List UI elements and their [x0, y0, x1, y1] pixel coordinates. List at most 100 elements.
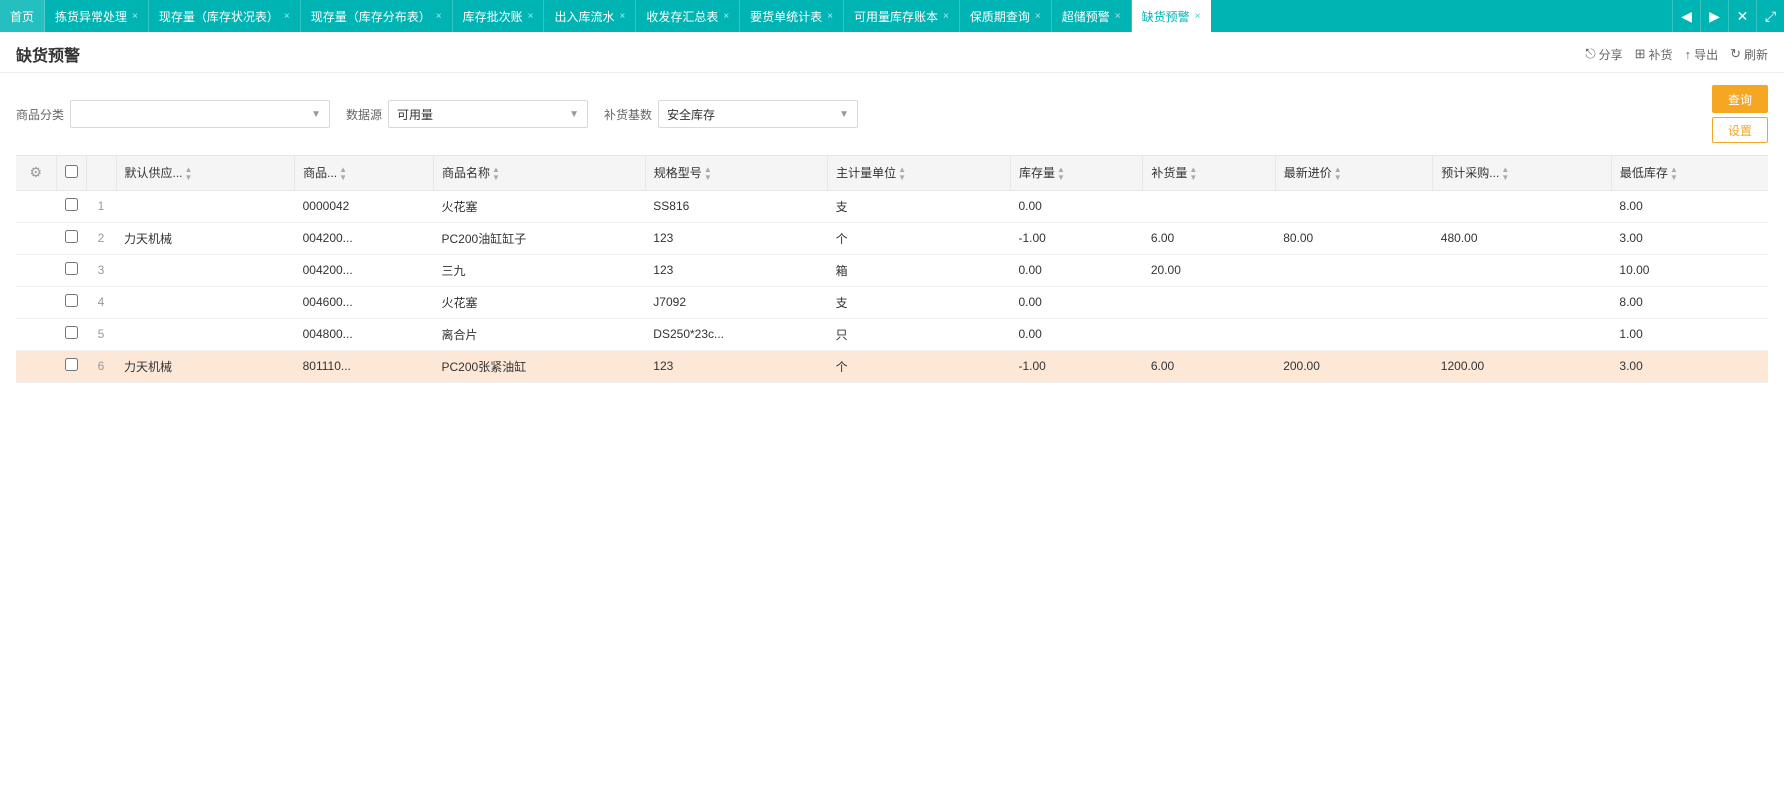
- cell-latest_price: 80.00: [1275, 222, 1433, 254]
- col-label-supplier: 默认供应...: [125, 166, 183, 180]
- share-button[interactable]: ⎋ 分享: [1585, 46, 1622, 63]
- nav-tab-inventory-status[interactable]: 现存量（库存状况表） ×: [149, 0, 301, 32]
- nav-tab-abnormal[interactable]: 拣货异常处理 ×: [45, 0, 149, 32]
- replenish-basis-select[interactable]: 安全库存 ▼: [658, 100, 858, 128]
- cell-supplier: 力天机械: [116, 222, 295, 254]
- nav-tab-close-icon[interactable]: ×: [1195, 11, 1201, 22]
- replenish-button[interactable]: ⊞ 补货: [1635, 46, 1673, 63]
- category-select[interactable]: ▼: [70, 100, 330, 128]
- sort-arrows-latest_price[interactable]: ▲▼: [1334, 166, 1342, 182]
- th-latest_price[interactable]: 最新进价▲▼: [1275, 156, 1433, 191]
- sort-arrows-estimated_purchase[interactable]: ▲▼: [1501, 166, 1509, 182]
- sort-arrows-unit[interactable]: ▲▼: [898, 166, 906, 182]
- query-button[interactable]: 查询: [1712, 85, 1768, 113]
- col-label-replenish: 补货量: [1151, 166, 1187, 180]
- nav-tab-available-ledger[interactable]: 可用量库存账本 ×: [844, 0, 960, 32]
- page-title: 缺货预警: [16, 42, 80, 66]
- nav-tab-close-icon[interactable]: ×: [1035, 11, 1041, 22]
- nav-tab-overstock[interactable]: 超储预警 ×: [1052, 0, 1132, 32]
- cell-product_name: PC200油缸缸子: [434, 222, 646, 254]
- row-checkbox-cell[interactable]: [56, 190, 86, 222]
- nav-tab-close-icon[interactable]: ×: [132, 11, 138, 22]
- table-row[interactable]: 5004800...离合片DS250*23c...只0.001.00: [16, 318, 1768, 350]
- cell-stock: -1.00: [1010, 350, 1142, 382]
- table-row[interactable]: 6力天机械801110...PC200张紧油缸123个-1.006.00200.…: [16, 350, 1768, 382]
- cell-replenish: [1143, 286, 1275, 318]
- nav-tab-order-stat[interactable]: 要货单统计表 ×: [740, 0, 844, 32]
- nav-tab-home[interactable]: 首页: [0, 0, 45, 32]
- nav-tab-expiry[interactable]: 保质期查询 ×: [960, 0, 1052, 32]
- nav-expand-button[interactable]: ⤢: [1756, 0, 1784, 32]
- settings-button[interactable]: 设置: [1712, 117, 1768, 143]
- col-label-product_code: 商品...: [303, 166, 337, 180]
- datasource-select[interactable]: 可用量 ▼: [388, 100, 588, 128]
- th-min_stock[interactable]: 最低库存▲▼: [1611, 156, 1768, 191]
- row-checkbox-cell[interactable]: [56, 222, 86, 254]
- sort-arrows-stock[interactable]: ▲▼: [1057, 166, 1065, 182]
- nav-tab-close-icon[interactable]: ×: [943, 11, 949, 22]
- table-row[interactable]: 2力天机械004200...PC200油缸缸子123个-1.006.0080.0…: [16, 222, 1768, 254]
- nav-tab-batch-account[interactable]: 库存批次账 ×: [453, 0, 545, 32]
- row-checkbox[interactable]: [65, 358, 78, 371]
- sort-arrows-replenish[interactable]: ▲▼: [1189, 166, 1197, 182]
- export-icon: ↑: [1685, 47, 1692, 62]
- row-checkbox[interactable]: [65, 294, 78, 307]
- col-label-min_stock: 最低库存: [1620, 166, 1668, 180]
- nav-tab-close-icon[interactable]: ×: [284, 11, 290, 22]
- cell-estimated_purchase: [1433, 190, 1612, 222]
- th-product_code[interactable]: 商品...▲▼: [295, 156, 434, 191]
- th-product_name[interactable]: 商品名称▲▼: [434, 156, 646, 191]
- nav-tab-close-icon[interactable]: ×: [528, 11, 534, 22]
- sort-arrows-min_stock[interactable]: ▲▼: [1670, 166, 1678, 182]
- sort-arrows-product_name[interactable]: ▲▼: [492, 166, 500, 182]
- nav-tab-close-icon[interactable]: ×: [723, 11, 729, 22]
- sort-arrows-product_code[interactable]: ▲▼: [339, 166, 347, 182]
- nav-close-button[interactable]: ✕: [1728, 0, 1756, 32]
- sort-arrows-supplier[interactable]: ▲▼: [185, 166, 193, 182]
- table-body: 10000042火花塞SS816支0.008.002力天机械004200...P…: [16, 190, 1768, 382]
- nav-tab-inventory-dist[interactable]: 现存量（库存分布表） ×: [301, 0, 453, 32]
- nav-tab-close-icon[interactable]: ×: [619, 11, 625, 22]
- row-checkbox-cell[interactable]: [56, 286, 86, 318]
- export-button[interactable]: ↑ 导出: [1685, 46, 1719, 63]
- row-checkbox[interactable]: [65, 262, 78, 275]
- th-replenish[interactable]: 补货量▲▼: [1143, 156, 1275, 191]
- row-checkbox-cell[interactable]: [56, 350, 86, 382]
- row-checkbox[interactable]: [65, 198, 78, 211]
- table-row[interactable]: 3004200...三九123箱0.0020.0010.00: [16, 254, 1768, 286]
- row-number: 2: [86, 222, 116, 254]
- nav-tab-inout-flow[interactable]: 出入库流水 ×: [544, 0, 636, 32]
- nav-tab-close-icon[interactable]: ×: [1115, 11, 1121, 22]
- th-estimated_purchase[interactable]: 预计采购...▲▼: [1433, 156, 1612, 191]
- cell-spec: SS816: [645, 190, 827, 222]
- nav-tab-label: 收发存汇总表: [646, 8, 718, 25]
- row-checkbox[interactable]: [65, 230, 78, 243]
- nav-tab-shortage[interactable]: 缺货预警 ×: [1132, 0, 1212, 32]
- row-checkbox-cell[interactable]: [56, 318, 86, 350]
- gear-settings-icon[interactable]: ⚙: [29, 164, 42, 180]
- nav-tab-label: 要货单统计表: [750, 8, 822, 25]
- datasource-value: 可用量: [397, 106, 433, 123]
- nav-tab-collect-summary[interactable]: 收发存汇总表 ×: [636, 0, 740, 32]
- sort-arrows-spec[interactable]: ▲▼: [704, 166, 712, 182]
- select-all-checkbox[interactable]: [65, 165, 78, 178]
- nav-tab-close-icon[interactable]: ×: [827, 11, 833, 22]
- th-supplier[interactable]: 默认供应...▲▼: [116, 156, 295, 191]
- table-header: ⚙默认供应...▲▼商品...▲▼商品名称▲▼规格型号▲▼主计量单位▲▼库存量▲…: [16, 156, 1768, 191]
- th-gear: ⚙: [16, 156, 56, 191]
- refresh-button[interactable]: ↻ 刷新: [1730, 46, 1768, 63]
- th-stock[interactable]: 库存量▲▼: [1010, 156, 1142, 191]
- nav-prev-button[interactable]: ◀: [1672, 0, 1700, 32]
- th-row: [86, 156, 116, 191]
- table-row[interactable]: 4004600...火花塞J7092支0.008.00: [16, 286, 1768, 318]
- row-checkbox[interactable]: [65, 326, 78, 339]
- nav-tab-close-icon[interactable]: ×: [436, 11, 442, 22]
- th-spec[interactable]: 规格型号▲▼: [645, 156, 827, 191]
- table-row[interactable]: 10000042火花塞SS816支0.008.00: [16, 190, 1768, 222]
- row-number: 6: [86, 350, 116, 382]
- row-gear-cell: [16, 190, 56, 222]
- row-checkbox-cell[interactable]: [56, 254, 86, 286]
- nav-next-button[interactable]: ▶: [1700, 0, 1728, 32]
- th-unit[interactable]: 主计量单位▲▼: [828, 156, 1011, 191]
- cell-spec: DS250*23c...: [645, 318, 827, 350]
